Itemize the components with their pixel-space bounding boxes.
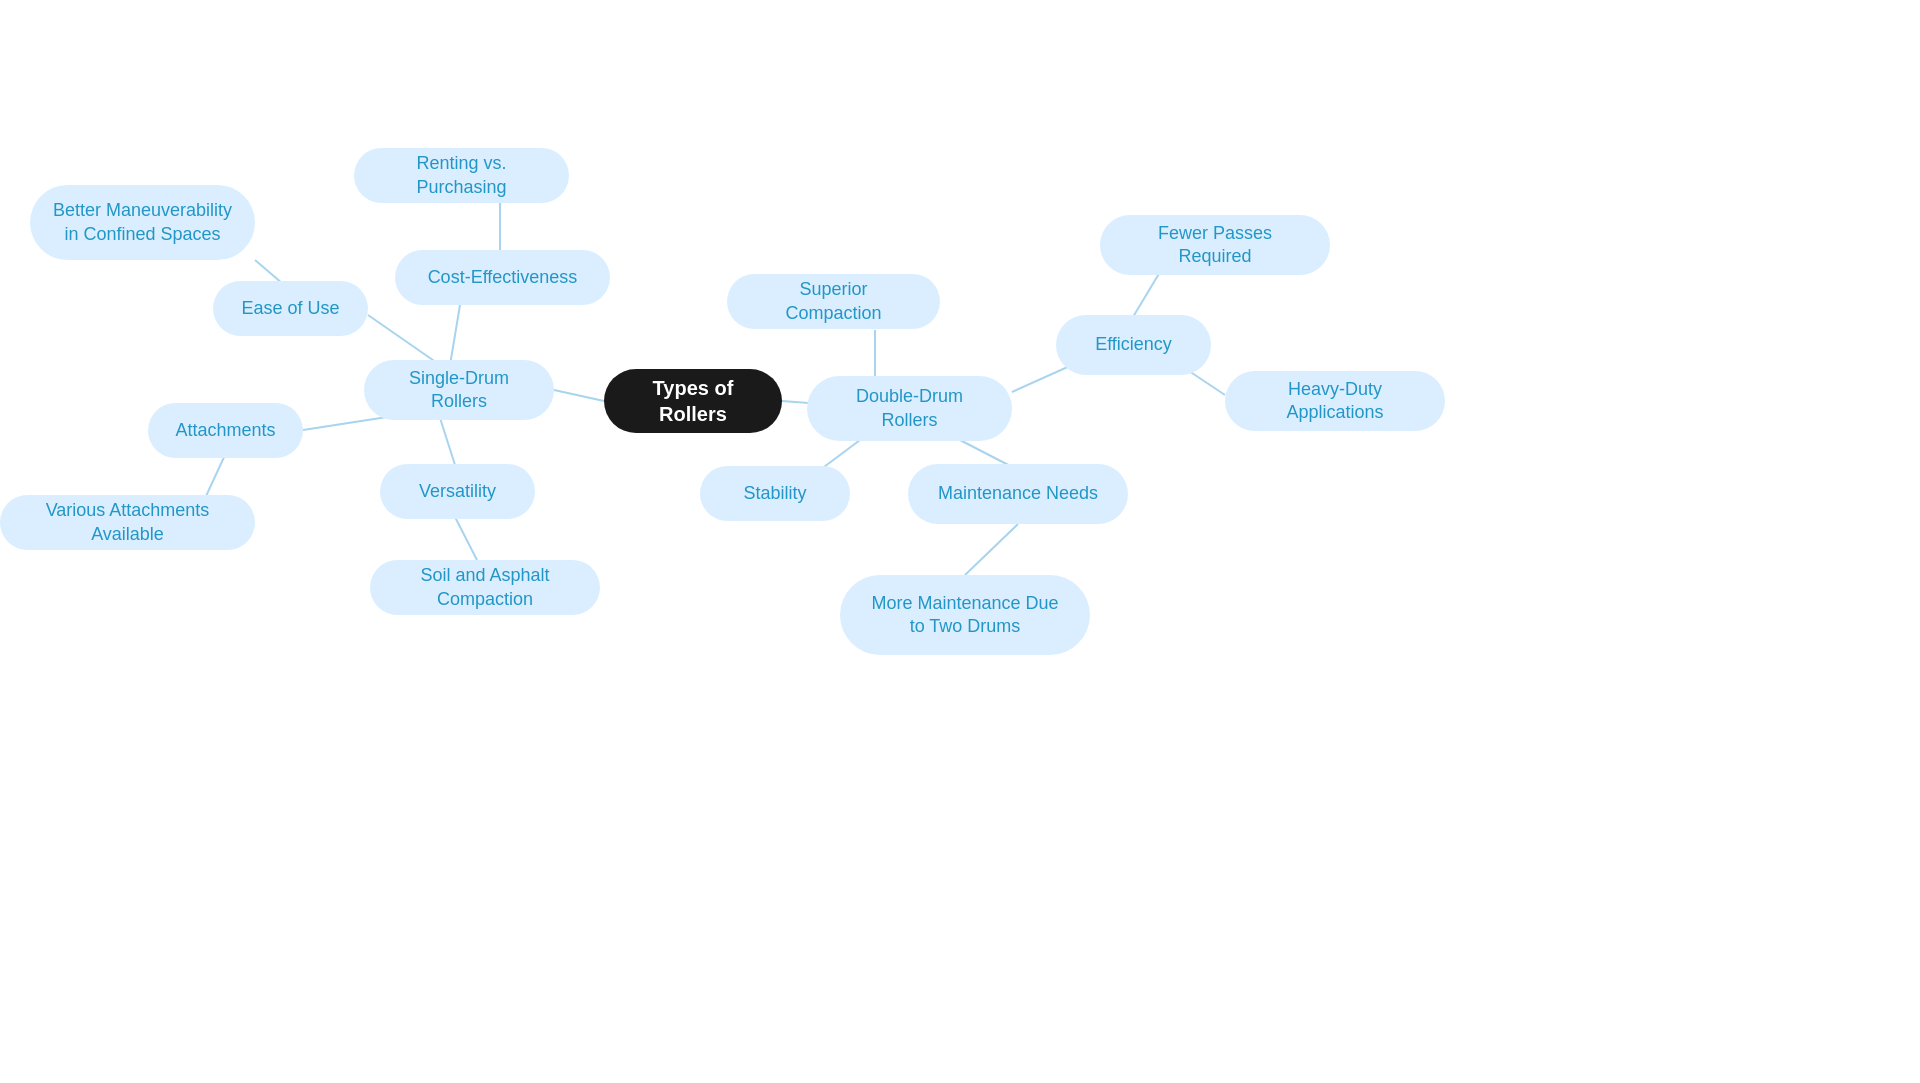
- stability-label: Stability: [743, 482, 806, 505]
- double-drum-label: Double-Drum Rollers: [829, 385, 990, 432]
- attachments-node: Attachments: [148, 403, 303, 458]
- maintenance-needs-node: Maintenance Needs: [908, 464, 1128, 524]
- svg-line-16: [965, 524, 1018, 575]
- renting-label: Renting vs. Purchasing: [376, 152, 547, 199]
- svg-line-7: [450, 305, 460, 365]
- versatility-label: Versatility: [419, 480, 496, 503]
- fewer-passes-label: Fewer Passes Required: [1122, 222, 1308, 269]
- center-label: Types of Rollers: [626, 375, 760, 427]
- cost-effectiveness-label: Cost-Effectiveness: [428, 266, 578, 289]
- more-maintenance-label: More Maintenance Due to Two Drums: [862, 592, 1068, 639]
- better-maneuver-node: Better Maneuverability in Confined Space…: [30, 185, 255, 260]
- better-maneuver-label: Better Maneuverability in Confined Space…: [52, 199, 233, 246]
- svg-line-0: [554, 390, 604, 401]
- single-drum-label: Single-Drum Rollers: [386, 367, 532, 414]
- more-maintenance-node: More Maintenance Due to Two Drums: [840, 575, 1090, 655]
- renting-node: Renting vs. Purchasing: [354, 148, 569, 203]
- soil-asphalt-label: Soil and Asphalt Compaction: [392, 564, 578, 611]
- cost-effectiveness-node: Cost-Effectiveness: [395, 250, 610, 305]
- fewer-passes-node: Fewer Passes Required: [1100, 215, 1330, 275]
- attachments-label: Attachments: [175, 419, 275, 442]
- double-drum-node: Double-Drum Rollers: [807, 376, 1012, 441]
- maintenance-needs-label: Maintenance Needs: [938, 482, 1098, 505]
- stability-node: Stability: [700, 466, 850, 521]
- superior-compaction-label: Superior Compaction: [749, 278, 918, 325]
- heavy-duty-label: Heavy-Duty Applications: [1247, 378, 1423, 425]
- center-node: Types of Rollers: [604, 369, 782, 433]
- ease-of-use-label: Ease of Use: [241, 297, 339, 320]
- various-attach-node: Various Attachments Available: [0, 495, 255, 550]
- various-attach-label: Various Attachments Available: [22, 499, 233, 546]
- efficiency-label: Efficiency: [1095, 333, 1172, 356]
- superior-compaction-node: Superior Compaction: [727, 274, 940, 329]
- single-drum-node: Single-Drum Rollers: [364, 360, 554, 420]
- svg-line-1: [368, 315, 440, 365]
- efficiency-node: Efficiency: [1056, 315, 1211, 375]
- soil-asphalt-node: Soil and Asphalt Compaction: [370, 560, 600, 615]
- svg-line-5: [440, 418, 455, 465]
- svg-line-6: [455, 517, 477, 560]
- versatility-node: Versatility: [380, 464, 535, 519]
- heavy-duty-node: Heavy-Duty Applications: [1225, 371, 1445, 431]
- ease-of-use-node: Ease of Use: [213, 281, 368, 336]
